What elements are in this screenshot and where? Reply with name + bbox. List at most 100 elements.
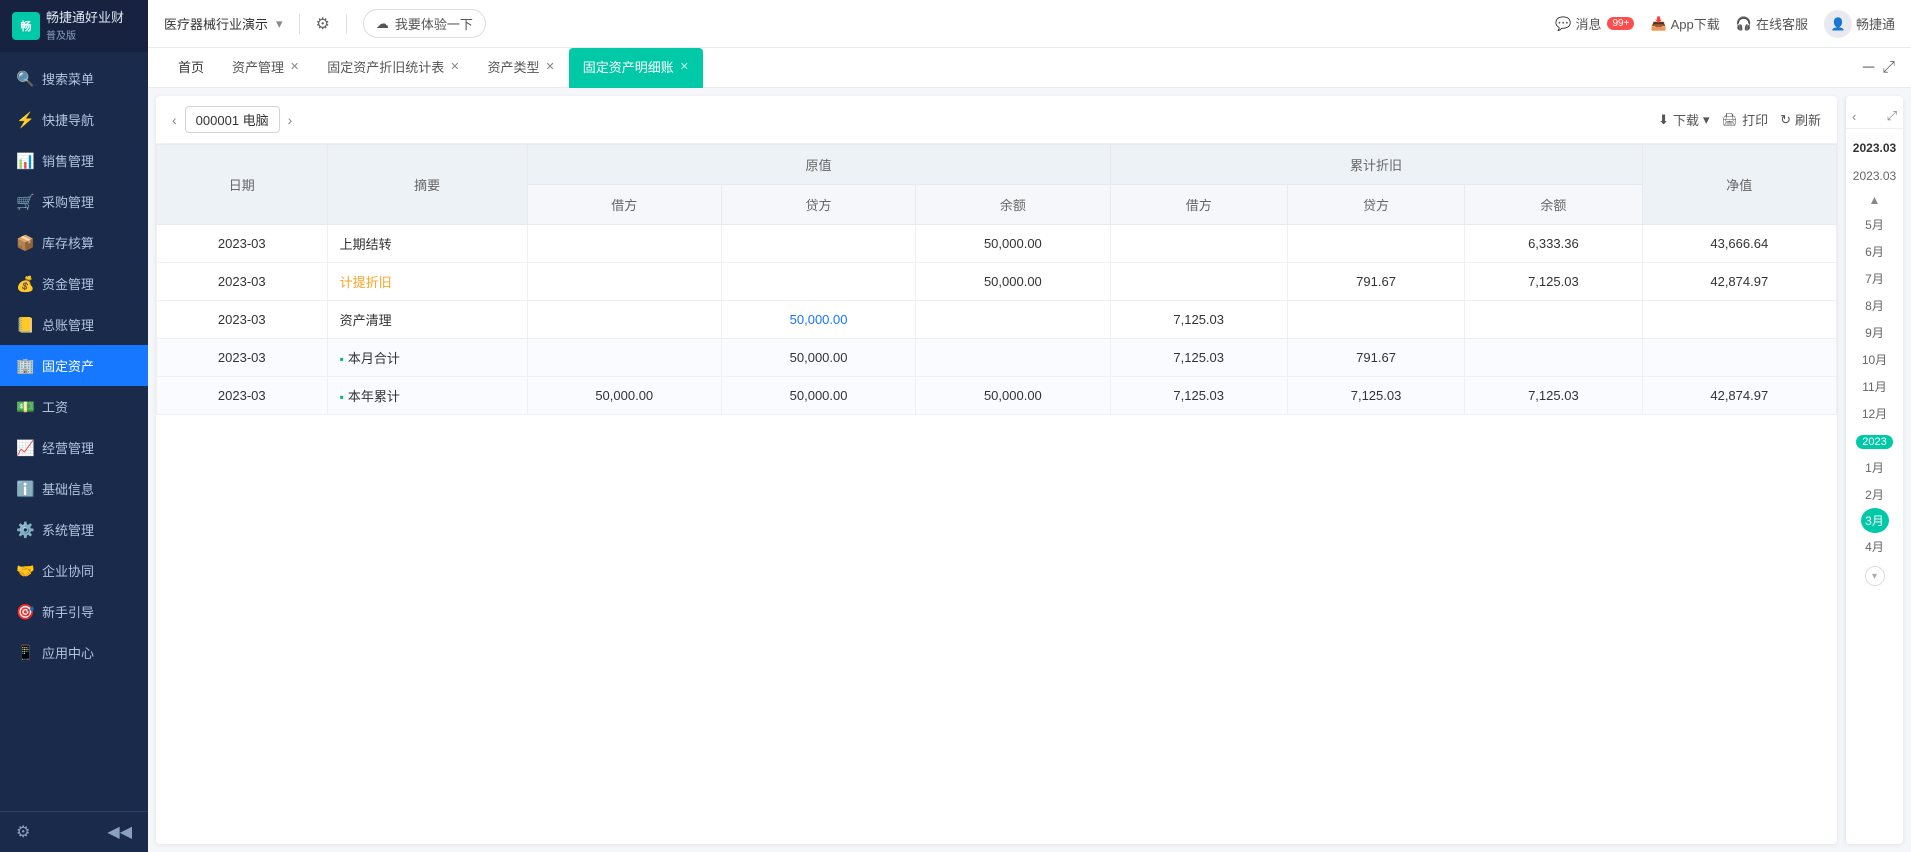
close-tab-asset-type[interactable]: ✕: [546, 60, 555, 73]
sidebar-item-label: 企业协同: [42, 561, 94, 580]
row-net-value: [1642, 301, 1836, 339]
row-summary: ▪本年累计: [327, 377, 527, 415]
panel-month-10[interactable]: 10月: [1846, 346, 1903, 373]
sidebar-item-salary[interactable]: 💵 工资: [0, 386, 148, 427]
row-orig-debit: 50,000.00: [527, 377, 721, 415]
download-button[interactable]: ⬇ 下载 ▾: [1658, 110, 1709, 129]
sidebar-item-label: 系统管理: [42, 520, 94, 539]
panel-top-date: 2023.03: [1846, 163, 1903, 189]
customer-service-button[interactable]: 🎧 在线客服: [1736, 14, 1808, 33]
collapse-icon[interactable]: ◀◀: [107, 822, 132, 842]
tab-asset-management[interactable]: 资产管理 ✕: [218, 48, 313, 88]
sidebar-item-quick-nav[interactable]: ⚡ 快捷导航: [0, 99, 148, 140]
row-summary: ▪本月合计: [327, 339, 527, 377]
sidebar-item-search[interactable]: 🔍 搜索菜单: [0, 58, 148, 99]
row-depr-credit: 791.67: [1287, 263, 1464, 301]
tab-asset-type[interactable]: 资产类型 ✕: [473, 48, 568, 88]
sidebar-item-basic-info[interactable]: ℹ️ 基础信息: [0, 468, 148, 509]
panel-month-1[interactable]: 1月: [1846, 454, 1903, 481]
sidebar-item-label: 库存核算: [42, 233, 94, 252]
panel-month-3[interactable]: 3月: [1861, 508, 1889, 533]
company-name: 医疗器械行业演示: [164, 14, 268, 33]
sidebar-item-management[interactable]: 📈 经营管理: [0, 427, 148, 468]
sidebar-item-ledger[interactable]: 📒 总账管理: [0, 304, 148, 345]
panel-month-9[interactable]: 9月: [1846, 319, 1903, 346]
sidebar-item-inventory[interactable]: 📦 库存核算: [0, 222, 148, 263]
download-icon: 📥: [1650, 16, 1666, 32]
sales-icon: 📊: [16, 152, 34, 170]
close-tab-asset-management[interactable]: ✕: [290, 60, 299, 73]
print-label: 打印: [1742, 110, 1768, 129]
experience-button[interactable]: ☁ 我要体验一下: [363, 9, 486, 38]
sidebar-item-enterprise[interactable]: 🤝 企业协同: [0, 550, 148, 591]
content-main: ‹ 000001 电脑 › ⬇ 下载 ▾ 🖨 打印 ↻: [156, 96, 1837, 844]
panel-month-5[interactable]: 5月: [1846, 211, 1903, 238]
panel-collapse-left[interactable]: ‹: [1852, 109, 1856, 124]
table-row: 2023-03 计提折旧 50,000.00 791.67 7,125.03 4…: [157, 263, 1837, 301]
tab-depreciation-stats[interactable]: 固定资产折旧统计表 ✕: [313, 48, 473, 88]
close-tab-depreciation-stats[interactable]: ✕: [450, 60, 459, 73]
row-summary: 上期结转: [327, 225, 527, 263]
tab-home[interactable]: 首页: [164, 48, 218, 88]
logo-subtitle: 普及版: [46, 27, 124, 42]
panel-month-6[interactable]: 6月: [1846, 238, 1903, 265]
asset-code: 000001 电脑: [196, 113, 269, 128]
user-profile[interactable]: 👤 畅捷通: [1824, 10, 1895, 38]
panel-arrow-up[interactable]: ▲: [1869, 193, 1881, 207]
sidebar-item-purchase[interactable]: 🛒 采购管理: [0, 181, 148, 222]
app-download-button[interactable]: 📥 App下载: [1650, 14, 1719, 33]
system-icon: ⚙️: [16, 521, 34, 539]
row-orig-balance: [916, 301, 1110, 339]
panel-month-12[interactable]: 12月: [1846, 400, 1903, 427]
finance-icon: 💰: [16, 275, 34, 293]
sidebar-item-label: 应用中心: [42, 643, 94, 662]
row-date: 2023-03: [157, 339, 328, 377]
row-orig-credit: [721, 263, 915, 301]
row-summary: 资产清理: [327, 301, 527, 339]
row-depr-debit: 7,125.03: [1110, 377, 1287, 415]
panel-scroll-down[interactable]: ▾: [1865, 566, 1885, 586]
row-depr-credit: 7,125.03: [1287, 377, 1464, 415]
company-selector[interactable]: 医疗器械行业演示 ▾: [164, 14, 283, 33]
panel-month-8[interactable]: 8月: [1846, 292, 1903, 319]
sidebar-item-finance[interactable]: 💰 资金管理: [0, 263, 148, 304]
right-panel: ‹ ⤢ 2023.03 2023.03 ▲ 5月 6月 7月 8月 9月 10月…: [1845, 96, 1903, 844]
message-button[interactable]: 💬 消息 99+: [1555, 14, 1634, 33]
panel-month-4[interactable]: 4月: [1846, 533, 1903, 560]
row-depr-debit: [1110, 263, 1287, 301]
sidebar-item-sales[interactable]: 📊 销售管理: [0, 140, 148, 181]
logo-title: 畅捷通好业财: [46, 10, 124, 27]
panel-year-top: 2023.03: [1846, 135, 1903, 161]
enterprise-icon: 🤝: [16, 562, 34, 580]
logo-icon: 畅: [12, 12, 40, 40]
sidebar-item-app-center[interactable]: 📱 应用中心: [0, 632, 148, 673]
app-download-label: App下载: [1671, 14, 1720, 33]
col-header-depr-balance: 余额: [1465, 185, 1642, 225]
panel-month-11[interactable]: 11月: [1846, 373, 1903, 400]
col-header-date: 日期: [157, 145, 328, 225]
next-asset-button[interactable]: ›: [288, 112, 293, 128]
minimize-icon[interactable]: ─: [1863, 59, 1874, 77]
col-header-summary: 摘要: [327, 145, 527, 225]
prev-asset-button[interactable]: ‹: [172, 112, 177, 128]
maximize-icon[interactable]: ⤢: [1882, 59, 1895, 77]
print-button[interactable]: 🖨 打印: [1722, 110, 1769, 129]
row-summary[interactable]: 计提折旧: [327, 263, 527, 301]
settings-icon[interactable]: ⚙: [16, 822, 30, 842]
row-depr-debit: [1110, 225, 1287, 263]
tab-asset-ledger[interactable]: 固定资产明细账 ✕: [569, 48, 703, 88]
panel-month-2[interactable]: 2月: [1846, 481, 1903, 508]
panel-month-7[interactable]: 7月: [1846, 265, 1903, 292]
panel-expand-right[interactable]: ⤢: [1887, 108, 1897, 124]
sidebar-item-system[interactable]: ⚙️ 系统管理: [0, 509, 148, 550]
close-tab-asset-ledger[interactable]: ✕: [680, 60, 689, 73]
panel-months-after: 1月 2月 3月 4月: [1846, 454, 1903, 560]
row-orig-balance: 50,000.00: [916, 263, 1110, 301]
year-icon: ▪: [340, 390, 344, 404]
gear-icon[interactable]: ⚙: [316, 14, 330, 34]
tab-home-label: 首页: [178, 57, 204, 76]
sidebar-item-label: 固定资产: [42, 356, 94, 375]
sidebar-item-fixed-assets[interactable]: 🏢 固定资产: [0, 345, 148, 386]
refresh-button[interactable]: ↻ 刷新: [1780, 110, 1821, 129]
sidebar-item-guide[interactable]: 🎯 新手引导: [0, 591, 148, 632]
